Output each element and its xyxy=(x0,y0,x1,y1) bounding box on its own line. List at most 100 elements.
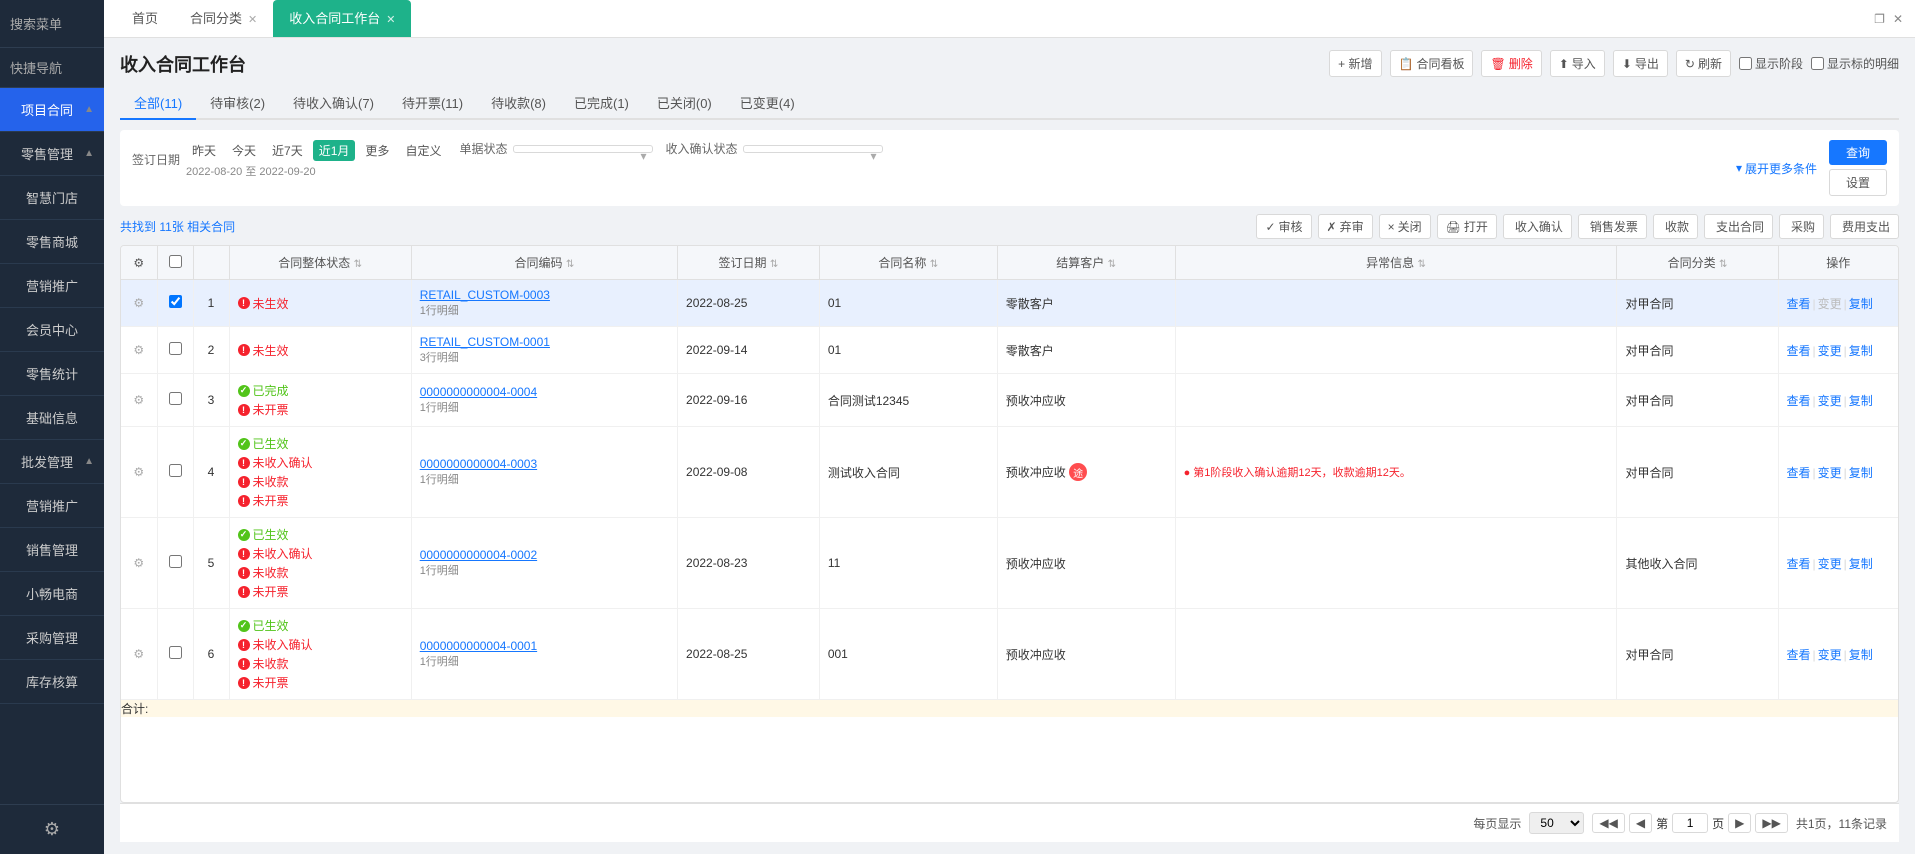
sidebar-item-project[interactable]: 项目合同▲ xyxy=(0,88,104,132)
contract-code-link[interactable]: RETAIL_CUSTOM-0003 xyxy=(420,288,550,302)
row-settings-icon[interactable]: ⚙ xyxy=(133,465,144,479)
row-settings-icon[interactable]: ⚙ xyxy=(133,343,144,357)
filter-tab-pending-invoice[interactable]: 待开票(11) xyxy=(388,87,477,120)
sidebar-nav[interactable]: 快捷导航 xyxy=(0,48,104,88)
action-btn-expense-pay[interactable]: 费用支出 xyxy=(1830,214,1899,239)
window-restore-btn[interactable]: ❐ xyxy=(1874,12,1885,26)
op-查看-link[interactable]: 查看 xyxy=(1787,648,1811,662)
filter-tab-pending-confirm[interactable]: 待收入确认(7) xyxy=(279,87,388,120)
doc-status-select[interactable]: ▾ xyxy=(513,145,653,153)
op-查看-link[interactable]: 查看 xyxy=(1787,394,1811,408)
date-btn-more[interactable]: 更多 xyxy=(359,140,395,161)
row-checkbox[interactable] xyxy=(169,646,182,659)
sidebar-item-marketing[interactable]: 营销推广 xyxy=(0,264,104,308)
op-变更-link[interactable]: 变更 xyxy=(1818,394,1842,408)
sidebar-item-sales-mgmt[interactable]: 销售管理 xyxy=(0,528,104,572)
sidebar-search[interactable]: 搜索菜单 xyxy=(0,0,104,48)
op-查看-link[interactable]: 查看 xyxy=(1787,466,1811,480)
col-header-contract-type[interactable]: 合同分类 ⇅ xyxy=(1617,246,1778,280)
row-settings[interactable]: ⚙ xyxy=(121,518,157,609)
row-settings-icon[interactable]: ⚙ xyxy=(133,393,144,407)
sidebar-item-marketing2[interactable]: 营销推广 xyxy=(0,484,104,528)
sidebar-item-wholesale-mgmt[interactable]: 批发管理▲ xyxy=(0,440,104,484)
tab-home[interactable]: 首页 xyxy=(116,0,174,37)
action-btn-purchase[interactable]: 采购 xyxy=(1779,214,1824,239)
page-size-select[interactable]: 102050100 xyxy=(1529,812,1584,834)
new-button[interactable]: + 新增 xyxy=(1329,50,1381,77)
tab-income-workbench[interactable]: 收入合同工作台✕ xyxy=(273,0,411,37)
last-page-btn[interactable]: ▶▶ xyxy=(1755,813,1787,833)
col-header-contract-name[interactable]: 合同名称 ⇅ xyxy=(819,246,997,280)
action-btn-sales-invoice[interactable]: 销售发票 xyxy=(1578,214,1647,239)
sidebar-item-retail-mgmt[interactable]: 零售管理▲ xyxy=(0,132,104,176)
op-查看-link[interactable]: 查看 xyxy=(1787,344,1811,358)
query-button[interactable]: 查询 xyxy=(1829,140,1887,165)
row-settings[interactable]: ⚙ xyxy=(121,374,157,427)
refresh-button[interactable]: ↻ 刷新 xyxy=(1676,50,1731,77)
tab-close-icon[interactable]: ✕ xyxy=(248,14,257,26)
contract-code-link[interactable]: RETAIL_CUSTOM-0001 xyxy=(420,335,550,349)
op-复制-link[interactable]: 复制 xyxy=(1849,648,1873,662)
filter-tab-all[interactable]: 全部(11) xyxy=(120,87,196,120)
window-close-btn[interactable]: ✕ xyxy=(1893,12,1903,26)
page-number-input[interactable] xyxy=(1672,813,1708,833)
row-settings[interactable]: ⚙ xyxy=(121,327,157,374)
col-header-exception-info[interactable]: 异常信息 ⇅ xyxy=(1175,246,1617,280)
filter-tab-pending-review[interactable]: 待审核(2) xyxy=(196,87,279,120)
row-checkbox[interactable] xyxy=(169,392,182,405)
row-checkbox[interactable] xyxy=(169,555,182,568)
op-复制-link[interactable]: 复制 xyxy=(1849,344,1873,358)
date-btn-yesterday[interactable]: 昨天 xyxy=(186,140,222,161)
contract-code-link[interactable]: 0000000000004-0001 xyxy=(420,639,537,653)
op-查看-link[interactable]: 查看 xyxy=(1787,557,1811,571)
row-checkbox[interactable] xyxy=(169,295,182,308)
date-btn-custom[interactable]: 自定义 xyxy=(399,140,447,161)
select-all-checkbox[interactable] xyxy=(169,255,182,268)
show-detail-checkbox[interactable]: 显示标的明细 xyxy=(1811,55,1899,72)
row-checkbox[interactable] xyxy=(169,342,182,355)
income-confirm-select[interactable]: ▾ xyxy=(743,145,883,153)
next-page-btn[interactable]: ▶ xyxy=(1728,813,1751,833)
col-header-sign-date[interactable]: 签订日期 ⇅ xyxy=(678,246,820,280)
filter-tab-completed[interactable]: 已完成(1) xyxy=(560,87,643,120)
sidebar-item-purchase-mgmt[interactable]: 采购管理 xyxy=(0,616,104,660)
action-btn-close[interactable]: ×关闭 xyxy=(1379,214,1431,239)
op-变更-link[interactable]: 变更 xyxy=(1818,557,1842,571)
date-btn-today[interactable]: 今天 xyxy=(226,140,262,161)
action-btn-print[interactable]: 🖨打开 xyxy=(1437,214,1497,239)
show-stage-checkbox[interactable]: 显示阶段 xyxy=(1739,55,1803,72)
col-header-contract-code[interactable]: 合同编码 ⇅ xyxy=(411,246,677,280)
op-变更-link[interactable]: 变更 xyxy=(1818,648,1842,662)
sidebar-settings[interactable]: ⚙ xyxy=(0,804,104,854)
row-settings-icon[interactable]: ⚙ xyxy=(133,556,144,570)
sidebar-item-smart-store[interactable]: 智慧门店 xyxy=(0,176,104,220)
row-settings[interactable]: ⚙ xyxy=(121,280,157,327)
tab-contract-category[interactable]: 合同分类✕ xyxy=(174,0,273,37)
action-btn-review[interactable]: ✓审核 xyxy=(1256,214,1311,239)
date-btn-last7days[interactable]: 近7天 xyxy=(266,140,309,161)
filter-tab-closed[interactable]: 已关闭(0) xyxy=(643,87,726,120)
sidebar-item-base-info[interactable]: 基础信息 xyxy=(0,396,104,440)
action-btn-payment[interactable]: 收款 xyxy=(1653,214,1698,239)
row-checkbox[interactable] xyxy=(169,464,182,477)
sidebar-item-retail-mall[interactable]: 零售商城 xyxy=(0,220,104,264)
filter-tab-changed[interactable]: 已变更(4) xyxy=(726,87,809,120)
op-复制-link[interactable]: 复制 xyxy=(1849,297,1873,311)
contract-board-button[interactable]: 📋 合同看板 xyxy=(1390,50,1474,77)
sidebar-item-xiaocc[interactable]: 小畅电商 xyxy=(0,572,104,616)
filter-tab-pending-payment[interactable]: 待收款(8) xyxy=(477,87,560,120)
action-btn-expense-out[interactable]: 支出合同 xyxy=(1704,214,1773,239)
op-复制-link[interactable]: 复制 xyxy=(1849,394,1873,408)
sidebar-item-inventory[interactable]: 库存核算 xyxy=(0,660,104,704)
import-button[interactable]: ⬆ 导入 xyxy=(1550,50,1605,77)
date-btn-last1month[interactable]: 近1月 xyxy=(313,140,356,161)
row-settings-icon[interactable]: ⚙ xyxy=(133,296,144,310)
op-复制-link[interactable]: 复制 xyxy=(1849,466,1873,480)
col-header-contract-status[interactable]: 合同整体状态 ⇅ xyxy=(229,246,411,280)
action-btn-abandon[interactable]: ✗弃审 xyxy=(1318,214,1373,239)
op-变更-link[interactable]: 变更 xyxy=(1818,344,1842,358)
expand-conditions-btn[interactable]: ▾ 展开更多条件 xyxy=(1736,160,1817,177)
op-复制-link[interactable]: 复制 xyxy=(1849,557,1873,571)
row-settings-icon[interactable]: ⚙ xyxy=(133,647,144,661)
action-btn-income-confirm[interactable]: 收入确认 xyxy=(1503,214,1572,239)
